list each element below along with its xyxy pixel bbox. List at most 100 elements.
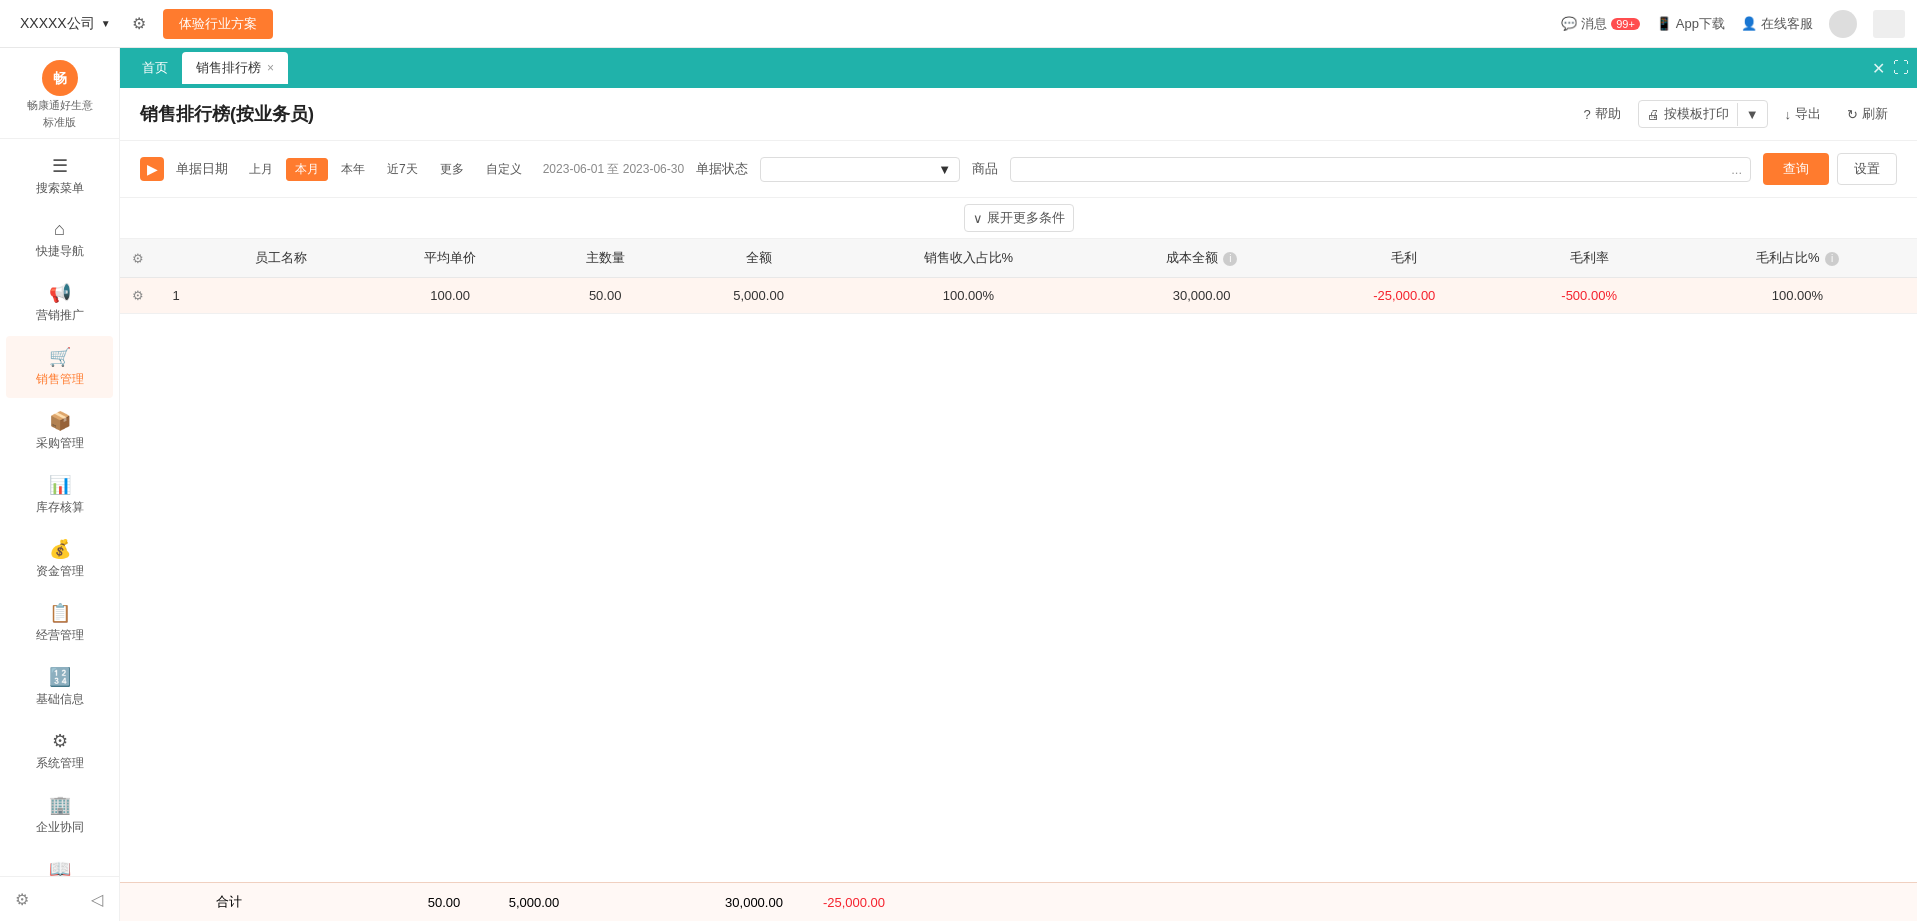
app-container: XXXXX公司 ▼ ⚙ 体验行业方案 💬 消息 99+ 📱 App下载 👤 在线… bbox=[0, 0, 1917, 921]
sidebar-item-3[interactable]: 🛒 销售管理 bbox=[6, 336, 113, 398]
row-name-0 bbox=[196, 278, 365, 314]
goods-filter-label: 商品 bbox=[972, 160, 998, 178]
sidebar-label-2: 营销推广 bbox=[36, 307, 84, 324]
sidebar-item-9[interactable]: ⚙系统管理 bbox=[6, 720, 113, 782]
th-settings[interactable]: ⚙ bbox=[120, 239, 156, 278]
tab-maximize-btn[interactable]: ⛶ bbox=[1893, 59, 1909, 78]
sidebar-icon-3: 🛒 bbox=[49, 346, 71, 368]
sidebar-item-6[interactable]: 💰资金管理 bbox=[6, 528, 113, 590]
filter-row-1: ▶ 单据日期 上月 本月 本年 近7天 更多 自定义 2023-06-01 至 … bbox=[140, 153, 1897, 185]
svg-text:畅: 畅 bbox=[53, 70, 67, 86]
sidebar-item-2[interactable]: 📢营销推广 bbox=[6, 272, 113, 334]
date-tab-more[interactable]: 更多 bbox=[431, 158, 473, 181]
date-tab-custom[interactable]: 自定义 bbox=[477, 158, 531, 181]
expand-more-btn[interactable]: ∨ 展开更多条件 bbox=[964, 204, 1074, 232]
header-settings-btn[interactable]: ⚙ bbox=[123, 8, 155, 40]
cost-info-icon[interactable]: i bbox=[1223, 252, 1237, 266]
tab-sales-ranking[interactable]: 销售排行榜 × bbox=[182, 52, 288, 84]
row-settings-0[interactable]: ⚙ bbox=[120, 278, 156, 314]
sidebar-item-8[interactable]: 🔢基础信息 bbox=[6, 656, 113, 718]
sidebar-collapse-btn[interactable]: ◁ bbox=[83, 885, 111, 913]
footer-amount: 5,000.00 bbox=[484, 895, 584, 910]
th-avg-price: 平均单价 bbox=[365, 239, 534, 278]
help-label: 帮助 bbox=[1595, 105, 1621, 123]
refresh-label: 刷新 bbox=[1862, 105, 1888, 123]
sidebar-icon-10: 🏢 bbox=[49, 794, 71, 816]
sidebar-item-0[interactable]: ☰搜索菜单 bbox=[6, 145, 113, 207]
table-container[interactable]: ⚙ 员工名称 平均单价 主数量 全额 销售收入占比% 成本全额 i bbox=[120, 239, 1917, 882]
sidebar-item-7[interactable]: 📋 经营管理 bbox=[6, 592, 113, 654]
row-gross-0: -25,000.00 bbox=[1308, 278, 1500, 314]
export-btn[interactable]: ↓ 导出 bbox=[1776, 100, 1831, 128]
sidebar-item-10[interactable]: 🏢企业协同 bbox=[6, 784, 113, 846]
goods-more-icon[interactable]: ... bbox=[1731, 162, 1742, 177]
active-tab-label: 销售排行榜 bbox=[196, 59, 261, 77]
status-filter-select[interactable]: ▼ bbox=[760, 157, 960, 182]
sidebar-label-7: 经营管理 bbox=[36, 627, 84, 644]
date-tab-7days[interactable]: 近7天 bbox=[378, 158, 427, 181]
th-amount: 全额 bbox=[675, 239, 841, 278]
th-gross-rate: 毛利率 bbox=[1500, 239, 1678, 278]
content-area: 首页 销售排行榜 × ✕ ⛶ 销售排行榜(按业务员) bbox=[120, 48, 1917, 921]
tab-home[interactable]: 首页 bbox=[128, 52, 182, 84]
print-btn[interactable]: 🖨 按模板打印 bbox=[1639, 101, 1737, 127]
online-service-btn[interactable]: 👤 在线客服 bbox=[1741, 15, 1813, 33]
user-avatar[interactable] bbox=[1829, 10, 1857, 38]
app-download-btn[interactable]: 📱 App下载 bbox=[1656, 15, 1725, 33]
sidebar-item-4[interactable]: 📦 采购管理 bbox=[6, 400, 113, 462]
tab-bar-right: ✕ ⛶ bbox=[1872, 59, 1909, 78]
date-tab-this-year[interactable]: 本年 bbox=[332, 158, 374, 181]
refresh-btn[interactable]: ↻ 刷新 bbox=[1838, 100, 1897, 128]
row-qty-0: 50.00 bbox=[535, 278, 675, 314]
gross-ratio-info-icon[interactable]: i bbox=[1825, 252, 1839, 266]
page-content: 销售排行榜(按业务员) ? 帮助 🖨 按模板打印 bbox=[120, 88, 1917, 921]
sidebar-icon-7: 📋 bbox=[49, 602, 71, 624]
th-gross-ratio: 毛利占比% i bbox=[1678, 239, 1917, 278]
sidebar-label-4: 采购管理 bbox=[36, 435, 84, 452]
th-name: 员工名称 bbox=[196, 239, 365, 278]
header-right: 💬 消息 99+ 📱 App下载 👤 在线客服 bbox=[1561, 10, 1905, 38]
date-tab-last-month[interactable]: 上月 bbox=[240, 158, 282, 181]
sidebar-label-1: 快捷导航 bbox=[36, 243, 84, 260]
sidebar: 畅 畅康通好生意 标准版 ☰搜索菜单⌂快捷导航📢营销推广🛒销售管理📦采购管理📊库… bbox=[0, 48, 120, 921]
expand-label: 展开更多条件 bbox=[987, 209, 1065, 227]
query-button[interactable]: 查询 bbox=[1763, 153, 1829, 185]
sidebar-item-1[interactable]: ⌂ 快捷导航 bbox=[6, 209, 113, 270]
main-layout: 畅 畅康通好生意 标准版 ☰搜索菜单⌂快捷导航📢营销推广🛒销售管理📦采购管理📊库… bbox=[0, 48, 1917, 921]
filter-collapse-btn[interactable]: ▶ bbox=[140, 157, 164, 181]
home-tab-label: 首页 bbox=[142, 59, 168, 77]
user-menu-btn[interactable] bbox=[1873, 10, 1905, 38]
export-icon: ↓ bbox=[1785, 107, 1792, 122]
goods-filter-input[interactable]: ... bbox=[1010, 157, 1751, 182]
footer-label: 合计 bbox=[204, 893, 304, 911]
date-tab-this-month[interactable]: 本月 bbox=[286, 158, 328, 181]
row-sales-ratio-0: 100.00% bbox=[842, 278, 1095, 314]
print-label: 按模板打印 bbox=[1664, 105, 1729, 123]
sidebar-label-3: 销售管理 bbox=[36, 371, 84, 388]
online-service-icon: 👤 bbox=[1741, 16, 1757, 31]
trial-button[interactable]: 体验行业方案 bbox=[163, 9, 273, 39]
tab-close-window-btn[interactable]: ✕ bbox=[1872, 59, 1885, 78]
date-tabs: 上月 本月 本年 近7天 更多 自定义 bbox=[240, 158, 531, 181]
sidebar-icon-1: ⌂ bbox=[54, 219, 65, 240]
tab-close-icon[interactable]: × bbox=[267, 61, 274, 75]
sidebar-icon-4: 📦 bbox=[49, 410, 71, 432]
logo-text: 畅康通好生意 bbox=[27, 98, 93, 113]
row-gross-rate-0: -500.00% bbox=[1500, 278, 1678, 314]
print-dropdown-btn[interactable]: ▼ bbox=[1737, 103, 1767, 126]
message-btn[interactable]: 💬 消息 99+ bbox=[1561, 15, 1640, 33]
company-selector[interactable]: XXXXX公司 ▼ bbox=[12, 11, 119, 37]
message-icon: 💬 bbox=[1561, 16, 1577, 31]
chevron-down-icon: ▼ bbox=[101, 18, 111, 29]
row-amount-0: 5,000.00 bbox=[675, 278, 841, 314]
row-gross-ratio-0: 100.00% bbox=[1678, 278, 1917, 314]
settings-button[interactable]: 设置 bbox=[1837, 153, 1897, 185]
sidebar-item-11[interactable]: 📖新手引导 bbox=[6, 848, 113, 876]
tab-bar: 首页 销售排行榜 × ✕ ⛶ bbox=[120, 48, 1917, 88]
page-header: 销售排行榜(按业务员) ? 帮助 🖨 按模板打印 bbox=[120, 88, 1917, 141]
sidebar-item-5[interactable]: 📊库存核算 bbox=[6, 464, 113, 526]
th-cost: 成本全额 i bbox=[1095, 239, 1308, 278]
table-header-row: ⚙ 员工名称 平均单价 主数量 全额 销售收入占比% 成本全额 i bbox=[120, 239, 1917, 278]
help-btn[interactable]: ? 帮助 bbox=[1574, 100, 1629, 128]
sidebar-settings-btn[interactable]: ⚙ bbox=[8, 885, 36, 913]
